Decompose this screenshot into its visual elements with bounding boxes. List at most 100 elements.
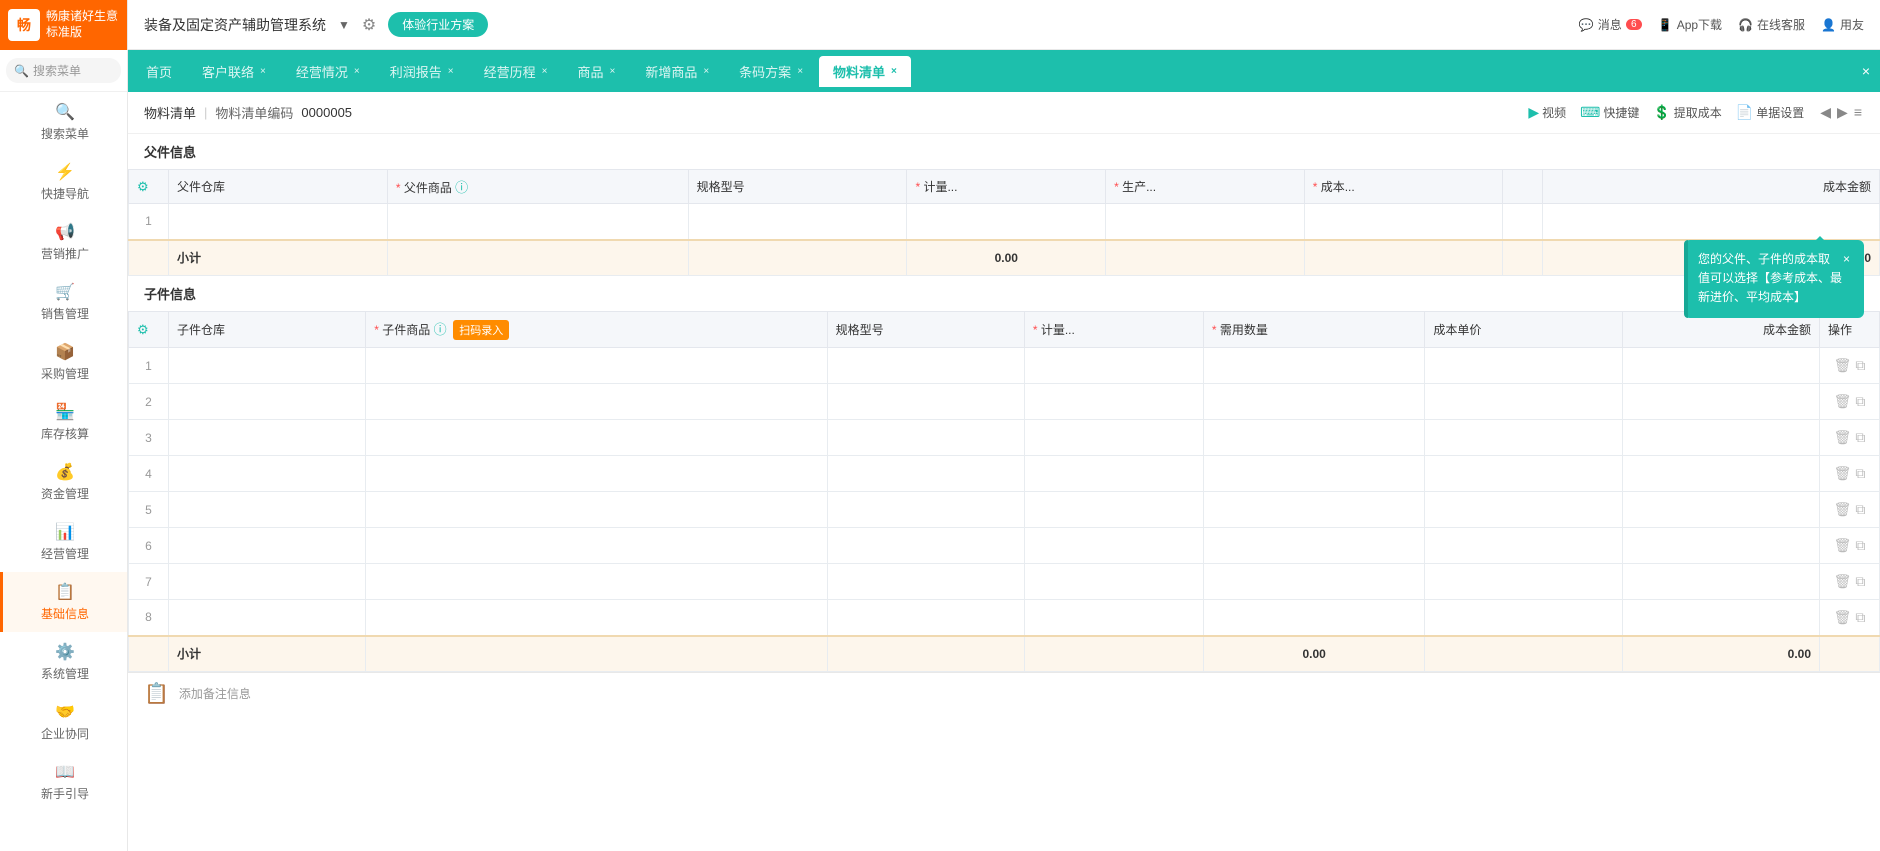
tooltip-close[interactable]: × bbox=[1843, 250, 1850, 269]
child-goods-4[interactable] bbox=[366, 456, 827, 492]
child-unit-4[interactable] bbox=[1024, 456, 1203, 492]
tab-customer[interactable]: 客户联络× bbox=[188, 56, 280, 87]
system-dropdown[interactable]: ▼ bbox=[338, 18, 350, 32]
child-qty-1[interactable] bbox=[1203, 348, 1425, 384]
child-qty-8[interactable] bbox=[1203, 600, 1425, 636]
delete-icon-6[interactable]: 🗑 bbox=[1834, 537, 1852, 554]
tab-goods[interactable]: 商品× bbox=[563, 56, 629, 87]
child-warehouse-3[interactable] bbox=[169, 420, 366, 456]
sidebar-item-enterprise[interactable]: 🤝企业协同 bbox=[0, 692, 127, 752]
child-unit-cost-5[interactable] bbox=[1425, 492, 1622, 528]
child-unit-cost-2[interactable] bbox=[1425, 384, 1622, 420]
child-qty-2[interactable] bbox=[1203, 384, 1425, 420]
child-warehouse-5[interactable] bbox=[169, 492, 366, 528]
child-goods-7[interactable] bbox=[366, 564, 827, 600]
copy-icon-5[interactable]: ⧉ bbox=[1855, 501, 1865, 518]
parent-cost-1[interactable] bbox=[1304, 204, 1503, 240]
child-unit-7[interactable] bbox=[1024, 564, 1203, 600]
child-spec-5[interactable] bbox=[827, 492, 1024, 528]
child-qty-3[interactable] bbox=[1203, 420, 1425, 456]
child-warehouse-6[interactable] bbox=[169, 528, 366, 564]
trial-button[interactable]: 体验行业方案 bbox=[388, 12, 488, 37]
tab-close-goods[interactable]: × bbox=[609, 66, 615, 77]
tab-barcode[interactable]: 条码方案× bbox=[725, 56, 817, 87]
child-unit-1[interactable] bbox=[1024, 348, 1203, 384]
sidebar-item-purchase[interactable]: 📦采购管理 bbox=[0, 332, 127, 392]
sidebar-item-inventory[interactable]: 🏪库存核算 bbox=[0, 392, 127, 452]
delete-icon-7[interactable]: 🗑 bbox=[1834, 573, 1852, 590]
child-unit-8[interactable] bbox=[1024, 600, 1203, 636]
child-warehouse-8[interactable] bbox=[169, 600, 366, 636]
user-btn[interactable]: 👤 用友 bbox=[1821, 16, 1864, 33]
copy-icon-8[interactable]: ⧉ bbox=[1855, 609, 1865, 626]
breadcrumb-item-0[interactable]: 物料清单 bbox=[144, 103, 196, 122]
delete-icon-8[interactable]: 🗑 bbox=[1834, 609, 1852, 626]
online-service-btn[interactable]: 🎧 在线客服 bbox=[1738, 16, 1805, 33]
child-unit-2[interactable] bbox=[1024, 384, 1203, 420]
sidebar-item-system[interactable]: ⚙️系统管理 bbox=[0, 632, 127, 692]
nav-prev[interactable]: ◀ bbox=[1818, 102, 1833, 123]
app-download-btn[interactable]: 📱 App下载 bbox=[1658, 16, 1722, 33]
tab-close-customer[interactable]: × bbox=[260, 66, 266, 77]
copy-icon-6[interactable]: ⧉ bbox=[1855, 537, 1865, 554]
cost-btn[interactable]: 💲 提取成本 bbox=[1653, 104, 1721, 121]
delete-icon-3[interactable]: 🗑 bbox=[1834, 429, 1852, 446]
child-unit-3[interactable] bbox=[1024, 420, 1203, 456]
copy-icon-3[interactable]: ⧉ bbox=[1855, 429, 1865, 446]
child-spec-1[interactable] bbox=[827, 348, 1024, 384]
child-warehouse-1[interactable] bbox=[169, 348, 366, 384]
child-goods-2[interactable] bbox=[366, 384, 827, 420]
message-btn[interactable]: 💬 消息 6 bbox=[1579, 16, 1642, 33]
delete-icon-5[interactable]: 🗑 bbox=[1834, 501, 1852, 518]
tab-add-goods[interactable]: 新增商品× bbox=[631, 56, 723, 87]
tab-bom[interactable]: 物料清单× bbox=[819, 56, 911, 87]
child-unit-cost-1[interactable] bbox=[1425, 348, 1622, 384]
child-unit-cost-3[interactable] bbox=[1425, 420, 1622, 456]
child-goods-5[interactable] bbox=[366, 492, 827, 528]
child-unit-cost-7[interactable] bbox=[1425, 564, 1622, 600]
sidebar-item-finance[interactable]: 💰资金管理 bbox=[0, 452, 127, 512]
child-spec-6[interactable] bbox=[827, 528, 1024, 564]
nav-next[interactable]: ▶ bbox=[1835, 102, 1850, 123]
tab-close-barcode[interactable]: × bbox=[797, 66, 803, 77]
close-all-tabs[interactable]: × bbox=[1856, 63, 1876, 79]
child-unit-cost-8[interactable] bbox=[1425, 600, 1622, 636]
parent-spec-1[interactable] bbox=[688, 204, 907, 240]
copy-icon-4[interactable]: ⧉ bbox=[1855, 465, 1865, 482]
child-goods-8[interactable] bbox=[366, 600, 827, 636]
sidebar-item-sales[interactable]: 🛒销售管理 bbox=[0, 272, 127, 332]
sidebar-item-quick-nav[interactable]: ⚡快捷导航 bbox=[0, 152, 127, 212]
child-unit-cost-4[interactable] bbox=[1425, 456, 1622, 492]
parent-goods-1[interactable] bbox=[387, 204, 688, 240]
tab-close-bom[interactable]: × bbox=[891, 66, 897, 77]
tab-close-history[interactable]: × bbox=[542, 66, 548, 77]
tab-home[interactable]: 首页 bbox=[132, 56, 186, 87]
sidebar-item-search[interactable]: 🔍搜索菜单 bbox=[0, 92, 127, 152]
shortcut-btn[interactable]: ⌨ 快捷键 bbox=[1580, 104, 1639, 121]
sidebar-item-basic-info[interactable]: 📋基础信息 bbox=[0, 572, 127, 632]
child-unit-6[interactable] bbox=[1024, 528, 1203, 564]
child-goods-3[interactable] bbox=[366, 420, 827, 456]
video-btn[interactable]: ▶ 视频 bbox=[1528, 104, 1566, 121]
child-warehouse-7[interactable] bbox=[169, 564, 366, 600]
child-qty-4[interactable] bbox=[1203, 456, 1425, 492]
tab-close-profit[interactable]: × bbox=[448, 66, 454, 77]
scan-btn[interactable]: 扫码录入 bbox=[453, 320, 509, 340]
child-warehouse-2[interactable] bbox=[169, 384, 366, 420]
sidebar-item-guide[interactable]: 📖新手引导 bbox=[0, 752, 127, 812]
child-spec-8[interactable] bbox=[827, 600, 1024, 636]
parent-unit-1[interactable] bbox=[907, 204, 1106, 240]
copy-icon-1[interactable]: ⧉ bbox=[1855, 357, 1865, 374]
tab-history[interactable]: 经营历程× bbox=[470, 56, 562, 87]
child-spec-7[interactable] bbox=[827, 564, 1024, 600]
tab-close-operations[interactable]: × bbox=[354, 66, 360, 77]
parent-production-1[interactable] bbox=[1106, 204, 1305, 240]
delete-icon-2[interactable]: 🗑 bbox=[1834, 393, 1852, 410]
settings-icon[interactable]: ⚙ bbox=[362, 15, 376, 35]
child-spec-3[interactable] bbox=[827, 420, 1024, 456]
delete-icon-1[interactable]: 🗑 bbox=[1834, 357, 1852, 374]
child-qty-5[interactable] bbox=[1203, 492, 1425, 528]
tab-operations[interactable]: 经营情况× bbox=[282, 56, 374, 87]
settings-btn[interactable]: 📄 单据设置 bbox=[1736, 104, 1804, 121]
nav-menu[interactable]: ≡ bbox=[1852, 102, 1864, 123]
